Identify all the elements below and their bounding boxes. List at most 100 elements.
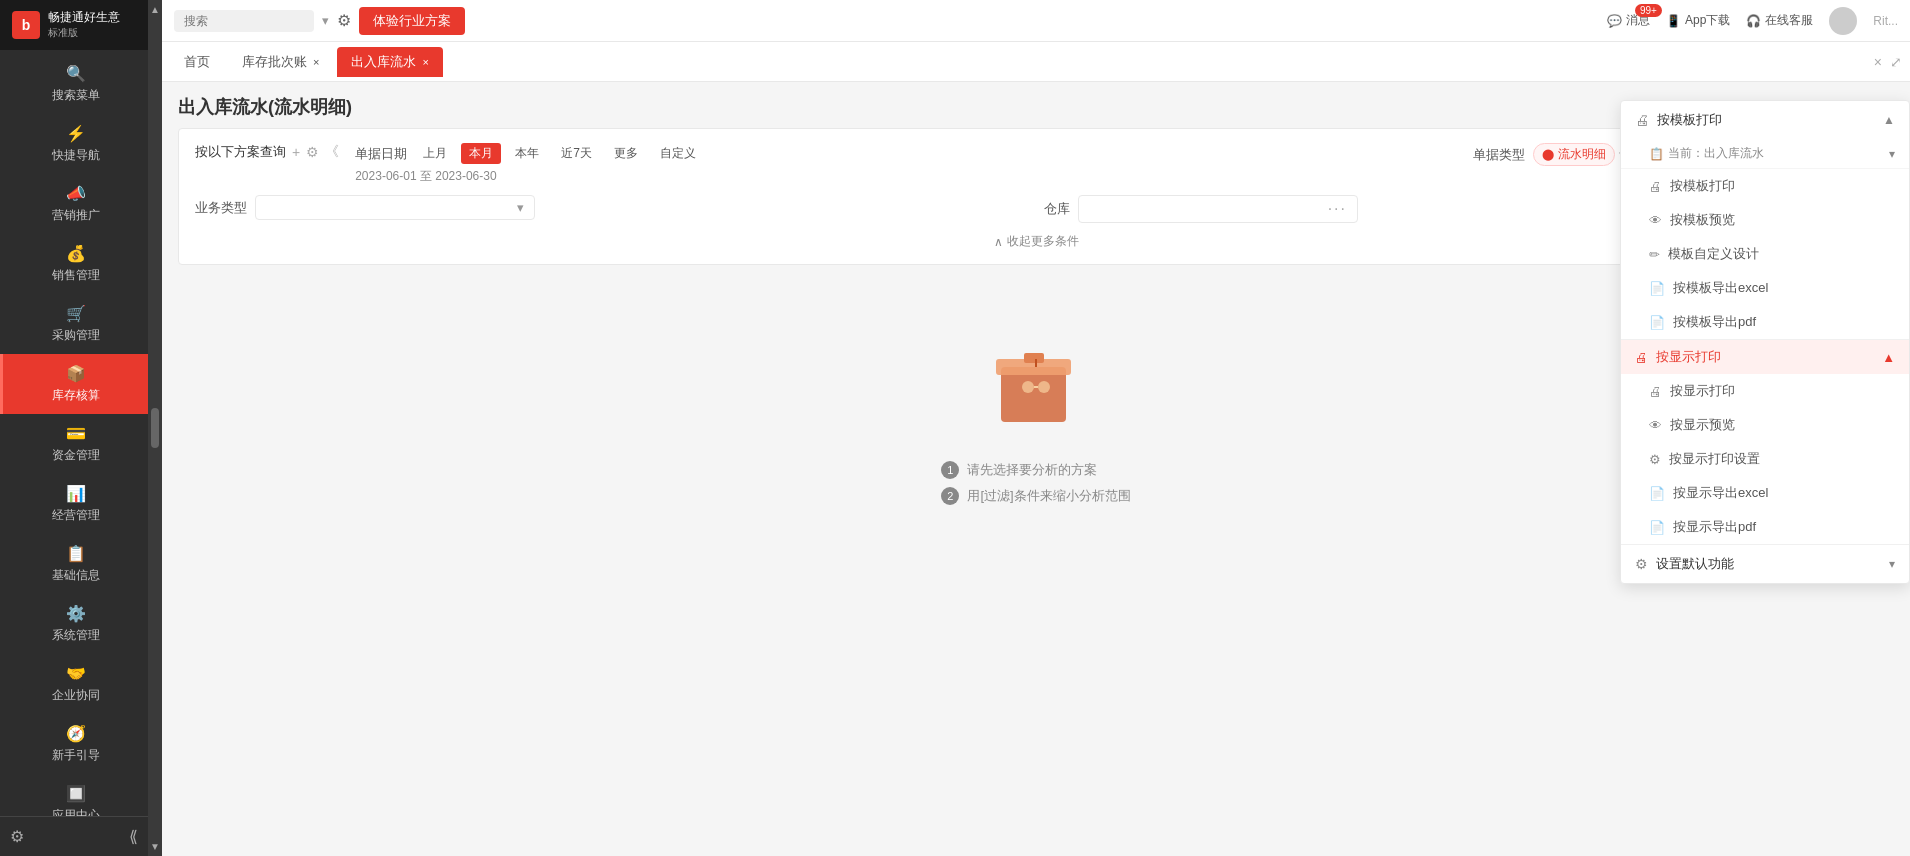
settings-icon[interactable]: ⚙ [10, 827, 24, 846]
template-export-excel-icon: 📄 [1649, 281, 1665, 296]
brand-name: 畅捷通好生意 [48, 10, 120, 26]
warehouse-select[interactable]: ··· [1078, 195, 1358, 223]
display-print-header-arrow: ▲ [1882, 350, 1895, 365]
filter-setting-icon[interactable]: ⚙ [306, 144, 319, 160]
date-opt-last-month[interactable]: 上月 [415, 143, 455, 164]
sidebar-item-label: 采购管理 [52, 327, 100, 344]
app-download-button[interactable]: 📱 App下载 [1666, 12, 1730, 29]
sidebar-item-sales[interactable]: 💰 销售管理 [0, 234, 148, 294]
svg-rect-2 [1024, 353, 1044, 363]
sidebar-item-guide[interactable]: 🧭 新手引导 [0, 714, 148, 774]
tab-batch-account-close[interactable]: × [313, 56, 319, 68]
template-print-header-left: 🖨 按模板打印 [1635, 111, 1722, 129]
filter-label-section: 按以下方案查询 + ⚙ 《 [195, 143, 339, 161]
date-opt-this-month[interactable]: 本月 [461, 143, 501, 164]
message-icon: 💬 [1607, 14, 1622, 28]
display-export-excel-icon: 📄 [1649, 486, 1665, 501]
online-service-label: 在线客服 [1765, 12, 1813, 29]
collapse-sidebar-icon[interactable]: ⟪ [129, 827, 138, 846]
business-type-select[interactable]: ▾ [255, 195, 535, 220]
template-print-section: 🖨 按模板打印 ▲ 📋 当前：出入库流水 ▾ 🖨 按模板打印 👁 按模板预览 ✏… [1621, 101, 1909, 340]
type-tag-label: 流水明细 [1558, 146, 1606, 163]
sidebar-item-operation[interactable]: 📊 经营管理 [0, 474, 148, 534]
online-service-button[interactable]: 🎧 在线客服 [1746, 12, 1813, 29]
finance-icon: 💳 [66, 424, 86, 443]
sidebar-item-marketing[interactable]: 📣 营销推广 [0, 174, 148, 234]
guide-icon: 🧭 [66, 724, 86, 743]
message-button[interactable]: 💬 消息 99+ [1607, 12, 1650, 29]
business-type-section: 业务类型 ▾ [195, 195, 1028, 220]
sidebar-item-inventory[interactable]: 📦 库存核算 [0, 354, 148, 414]
industry-solution-button[interactable]: 体验行业方案 [359, 7, 465, 35]
tab-in-out-flow[interactable]: 出入库流水 × [337, 47, 442, 77]
date-opt-more[interactable]: 更多 [606, 143, 646, 164]
date-opt-recent7[interactable]: 近7天 [553, 143, 600, 164]
sidebar-item-quick-nav[interactable]: ⚡ 快捷导航 [0, 114, 148, 174]
dropdown-item-template-custom[interactable]: ✏ 模板自定义设计 [1621, 237, 1909, 271]
tab-close-window-icon[interactable]: × [1874, 54, 1882, 70]
sidebar-item-label: 基础信息 [52, 567, 100, 584]
sidebar-item-apps[interactable]: 🔲 应用中心 [0, 774, 148, 816]
sidebar-item-label: 企业协同 [52, 687, 100, 704]
dropdown-item-display-print[interactable]: 🖨 按显示打印 [1621, 374, 1909, 408]
username-label: Rit... [1873, 14, 1898, 28]
template-export-pdf-icon: 📄 [1649, 315, 1665, 330]
sidebar-item-label: 库存核算 [52, 387, 100, 404]
settings-icon[interactable]: ⚙ [337, 11, 351, 30]
purchase-icon: 🛒 [66, 304, 86, 323]
scrollbar-thumb [151, 408, 159, 448]
date-opt-this-year[interactable]: 本年 [507, 143, 547, 164]
dropdown-item-template-preview[interactable]: 👁 按模板预览 [1621, 203, 1909, 237]
service-icon: 🎧 [1746, 14, 1761, 28]
sidebar-item-search-menu[interactable]: 🔍 搜索菜单 [0, 54, 148, 114]
template-print-header[interactable]: 🖨 按模板打印 ▲ [1621, 101, 1909, 139]
search-dropdown-arrow[interactable]: ▾ [322, 13, 329, 28]
template-custom-label: 模板自定义设计 [1668, 245, 1759, 263]
basic-icon: 📋 [66, 544, 86, 563]
user-avatar[interactable] [1829, 7, 1857, 35]
filter-add-icon[interactable]: + [292, 144, 300, 160]
dropdown-item-template-export-pdf[interactable]: 📄 按模板导出pdf [1621, 305, 1909, 339]
tab-batch-account[interactable]: 库存批次账 × [228, 47, 333, 77]
sidebar-item-label: 搜索菜单 [52, 87, 100, 104]
tab-maximize-icon[interactable]: ⤢ [1890, 54, 1902, 70]
sidebar-footer: ⚙ ⟪ [0, 816, 148, 856]
warehouse-more-icon[interactable]: ··· [1328, 200, 1347, 218]
collapse-icon: ∧ [994, 235, 1003, 249]
sidebar-item-system[interactable]: ⚙️ 系统管理 [0, 594, 148, 654]
tab-in-out-flow-close[interactable]: × [422, 56, 428, 68]
top-bar: ▾ ⚙ 体验行业方案 💬 消息 99+ 📱 App下载 🎧 在线客服 Rit..… [162, 0, 1910, 42]
scroll-down-icon[interactable]: ▼ [150, 841, 160, 852]
sidebar-item-label: 资金管理 [52, 447, 100, 464]
sidebar-item-label: 系统管理 [52, 627, 100, 644]
scroll-up-icon[interactable]: ▲ [150, 4, 160, 15]
sidebar-item-cooperation[interactable]: 🤝 企业协同 [0, 654, 148, 714]
current-template-row: 📋 当前：出入库流水 ▾ [1621, 139, 1909, 169]
sidebar-item-purchase[interactable]: 🛒 采购管理 [0, 294, 148, 354]
date-opt-custom[interactable]: 自定义 [652, 143, 704, 164]
tab-home[interactable]: 首页 [170, 47, 224, 77]
tab-home-label: 首页 [184, 53, 210, 71]
dropdown-item-template-export-excel[interactable]: 📄 按模板导出excel [1621, 271, 1909, 305]
sidebar-item-basic[interactable]: 📋 基础信息 [0, 534, 148, 594]
set-default-section[interactable]: ⚙ 设置默认功能 ▾ [1621, 545, 1909, 583]
display-print-label: 按显示打印 [1670, 382, 1735, 400]
display-print-icon: 🖨 [1649, 384, 1662, 399]
dropdown-item-display-preview[interactable]: 👁 按显示预览 [1621, 408, 1909, 442]
search-input[interactable] [174, 10, 314, 32]
display-print-section-icon: 🖨 [1635, 350, 1648, 365]
dropdown-item-display-export-pdf[interactable]: 📄 按显示导出pdf [1621, 510, 1909, 544]
dropdown-item-display-print-settings[interactable]: ⚙ 按显示打印设置 [1621, 442, 1909, 476]
template-export-excel-label: 按模板导出excel [1673, 279, 1768, 297]
filter-collapse-icon[interactable]: 《 [325, 143, 339, 161]
app-download-icon: 📱 [1666, 14, 1681, 28]
dropdown-item-display-export-excel[interactable]: 📄 按显示导出excel [1621, 476, 1909, 510]
display-print-section-header[interactable]: 🖨 按显示打印 ▲ [1621, 340, 1909, 374]
display-print-section: 🖨 按显示打印 ▲ 🖨 按显示打印 👁 按显示预览 ⚙ 按显示打印设置 📄 按显… [1621, 340, 1909, 545]
dropdown-item-template-print[interactable]: 🖨 按模板打印 [1621, 169, 1909, 203]
sidebar-item-label: 销售管理 [52, 267, 100, 284]
date-filter: 单据日期 上月 本月 本年 近7天 更多 自定义 2023-06-01 至 20… [355, 143, 704, 185]
sidebar-item-finance[interactable]: 💳 资金管理 [0, 414, 148, 474]
type-tag-icon: ⬤ [1542, 148, 1554, 161]
collapse-button[interactable]: ∧ 收起更多条件 [994, 233, 1079, 250]
